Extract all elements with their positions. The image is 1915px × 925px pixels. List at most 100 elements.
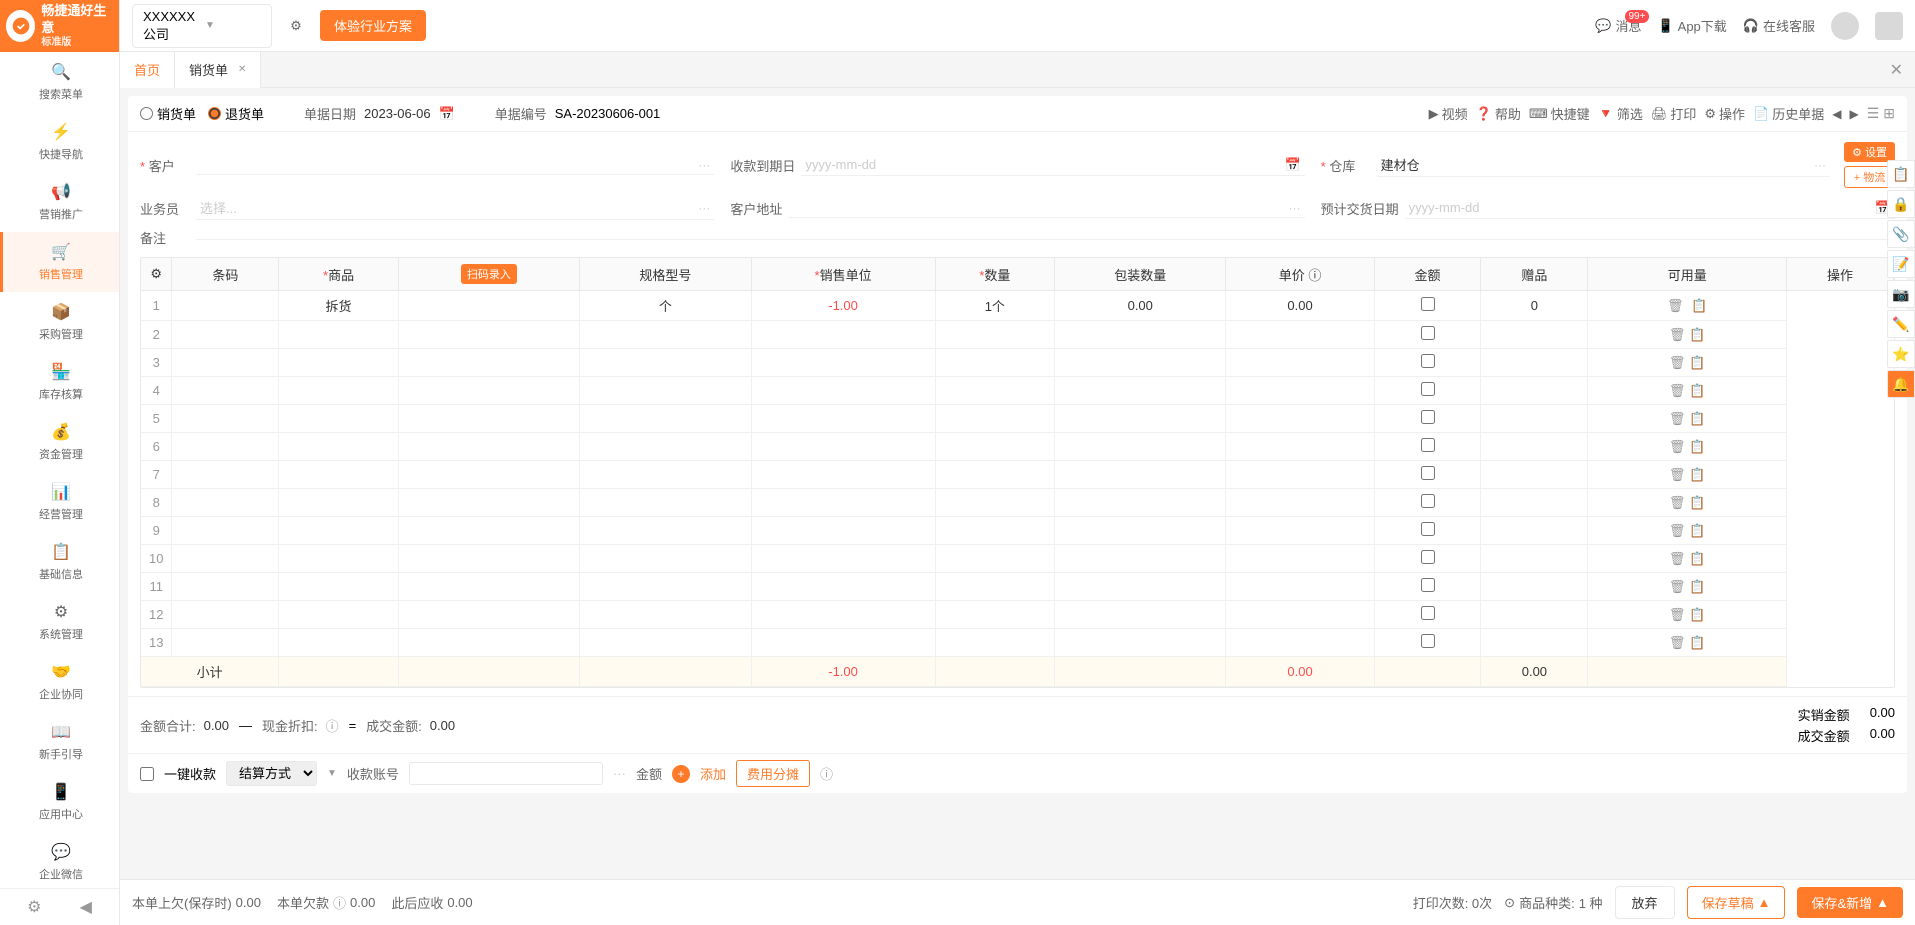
row-5-copy-icon[interactable]: 📋 (1689, 411, 1705, 426)
sidebar-item-search[interactable]: 🔍 搜索菜单 (0, 52, 119, 112)
row-6-gift-checkbox[interactable] (1421, 438, 1435, 452)
remarks-input[interactable] (196, 235, 1895, 240)
shortcuts-button[interactable]: ⌨ 快捷键 (1529, 104, 1590, 123)
row-7-gift-checkbox[interactable] (1421, 466, 1435, 480)
row-7-copy-icon[interactable]: 📋 (1689, 467, 1705, 482)
row-5-gift-checkbox[interactable] (1421, 410, 1435, 424)
sidebar-collapse-icon[interactable]: ◀ (80, 897, 92, 917)
row-6-copy-icon[interactable]: 📋 (1689, 439, 1705, 454)
sidebar-item-marketing[interactable]: 📢 营销推广 (0, 172, 119, 232)
warehouse-input[interactable]: 建材仓 ··· (1377, 153, 1830, 177)
row-11-delete-icon[interactable]: 🗑 (1669, 579, 1686, 594)
message-button[interactable]: 💬 消息 99+ (1595, 16, 1641, 35)
float-edit-button[interactable]: 📝 (1887, 250, 1915, 278)
row-13-gift-checkbox[interactable] (1421, 634, 1435, 648)
prev-record-button[interactable]: ◀ (1832, 107, 1841, 121)
save-new-button[interactable]: 保存&新增 ▲ (1797, 887, 1903, 918)
sidebar-item-inventory[interactable]: 🏪 库存核算 (0, 352, 119, 412)
salesman-more-icon[interactable]: ··· (698, 201, 710, 215)
settings-side-button[interactable]: ⚙ 设置 (1844, 142, 1895, 162)
expense-help-icon[interactable]: ⓘ (820, 764, 833, 783)
row-3-delete-icon[interactable]: 🗑 (1669, 355, 1686, 370)
float-bell-button[interactable]: 🔔 (1887, 370, 1915, 398)
row-1-amount[interactable]: 0.00 (1226, 291, 1374, 321)
tab-home[interactable]: 首页 (120, 52, 175, 88)
float-attach-button[interactable]: 📎 (1887, 220, 1915, 248)
grid-view-icon[interactable]: ⊞ (1883, 105, 1895, 122)
row-1-qty[interactable]: -1.00 (751, 291, 935, 321)
col-scan[interactable]: 扫码录入 (398, 258, 579, 291)
sidebar-item-quick-nav[interactable]: ⚡ 快捷导航 (0, 112, 119, 172)
date-calendar-icon[interactable]: 📅 (439, 106, 455, 122)
sidebar-item-apps[interactable]: 📱 应用中心 (0, 772, 119, 832)
row-1-delete-icon[interactable]: 🗑 (1667, 298, 1684, 313)
row-8-copy-icon[interactable]: 📋 (1689, 495, 1705, 510)
row-13-delete-icon[interactable]: 🗑 (1669, 635, 1686, 650)
row-4-gift-checkbox[interactable] (1421, 382, 1435, 396)
row-1-gift[interactable] (1374, 291, 1481, 321)
video-button[interactable]: ▶ 视频 (1429, 104, 1468, 123)
sidebar-item-wechat[interactable]: 💬 企业微信 (0, 832, 119, 888)
operate-button[interactable]: ⚙ 操作 (1704, 104, 1745, 123)
sidebar-item-purchase[interactable]: 📦 采购管理 (0, 292, 119, 352)
row-5-delete-icon[interactable]: 🗑 (1669, 411, 1686, 426)
app-download-button[interactable]: 📱 App下载 (1657, 16, 1726, 35)
sidebar-item-basic-info[interactable]: 📋 基础信息 (0, 532, 119, 592)
sidebar-item-collab[interactable]: 🤝 企业协同 (0, 652, 119, 712)
payment-method-select[interactable]: 结算方式 (226, 761, 317, 786)
payment-date-input[interactable]: yyyy-mm-dd 📅 (801, 155, 1304, 176)
sidebar-item-operations[interactable]: 📊 经营管理 (0, 472, 119, 532)
row-1-price[interactable]: 0.00 (1055, 291, 1226, 321)
row-9-delete-icon[interactable]: 🗑 (1669, 523, 1686, 538)
close-all-tabs-icon[interactable]: ✕ (1878, 60, 1915, 80)
row-1-barcode[interactable] (172, 291, 279, 321)
list-view-icon[interactable]: ☰ (1867, 105, 1880, 122)
payment-more-icon[interactable]: ··· (613, 766, 626, 781)
sidebar-item-guide[interactable]: 📖 新手引导 (0, 712, 119, 772)
row-10-gift-checkbox[interactable] (1421, 550, 1435, 564)
warehouse-more-icon[interactable]: ··· (1814, 158, 1826, 172)
product-type-selector[interactable]: ⊙ 商品种类: 1 种 (1504, 893, 1602, 912)
company-selector[interactable]: XXXXXX公司 ▼ (132, 4, 272, 48)
row-9-copy-icon[interactable]: 📋 (1689, 523, 1705, 538)
sidebar-item-finance[interactable]: 💰 资金管理 (0, 412, 119, 472)
sidebar-settings-icon[interactable]: ⚙ (27, 897, 41, 917)
user-menu-icon[interactable] (1875, 12, 1903, 40)
row-4-delete-icon[interactable]: 🗑 (1669, 383, 1686, 398)
discount-help-icon[interactable]: ⓘ (326, 716, 339, 735)
customer-service-button[interactable]: 🎧 在线客服 (1743, 16, 1815, 35)
row-1-spec[interactable] (398, 291, 579, 321)
row-11-gift-checkbox[interactable] (1421, 578, 1435, 592)
user-avatar[interactable] (1831, 12, 1859, 40)
customer-addr-more-icon[interactable]: ··· (1289, 201, 1301, 215)
row-12-copy-icon[interactable]: 📋 (1689, 607, 1705, 622)
row-10-copy-icon[interactable]: 📋 (1689, 551, 1705, 566)
add-payment-button[interactable]: + (672, 765, 690, 783)
next-record-button[interactable]: ▶ (1849, 107, 1858, 121)
tab-sales-order[interactable]: 销货单 ✕ (175, 52, 261, 88)
row-12-delete-icon[interactable]: 🗑 (1669, 607, 1686, 622)
customer-addr-input[interactable]: ··· (788, 199, 1304, 218)
row-2-copy-icon[interactable]: 📋 (1689, 327, 1705, 342)
payment-date-calendar-icon[interactable]: 📅 (1284, 157, 1300, 173)
row-1-copy-icon[interactable]: 📋 (1691, 298, 1707, 313)
table-gear-icon[interactable]: ⚙ (150, 266, 162, 281)
customer-input[interactable]: ··· (196, 156, 714, 175)
row-8-gift-checkbox[interactable] (1421, 494, 1435, 508)
col-gear[interactable]: ⚙ (141, 258, 172, 291)
discard-button[interactable]: 放弃 (1615, 886, 1675, 919)
row-3-copy-icon[interactable]: 📋 (1689, 355, 1705, 370)
expected-date-input[interactable]: yyyy-mm-dd 📅 (1405, 198, 1895, 219)
history-button[interactable]: 📄 历史单据 (1753, 104, 1824, 123)
expense-split-button[interactable]: 费用分摊 (736, 760, 810, 787)
row-8-delete-icon[interactable]: 🗑 (1669, 495, 1686, 510)
row-4-copy-icon[interactable]: 📋 (1689, 383, 1705, 398)
row-3-gift-checkbox[interactable] (1421, 354, 1435, 368)
trial-button[interactable]: 体验行业方案 (320, 10, 426, 41)
row-13-copy-icon[interactable]: 📋 (1689, 635, 1705, 650)
row-2-gift-checkbox[interactable] (1421, 326, 1435, 340)
sidebar-item-sales[interactable]: 🛒 销售管理 (0, 232, 119, 292)
one-click-payment-checkbox[interactable] (140, 767, 154, 781)
scan-button[interactable]: 扫码录入 (461, 264, 517, 284)
row-6-delete-icon[interactable]: 🗑 (1669, 439, 1686, 454)
